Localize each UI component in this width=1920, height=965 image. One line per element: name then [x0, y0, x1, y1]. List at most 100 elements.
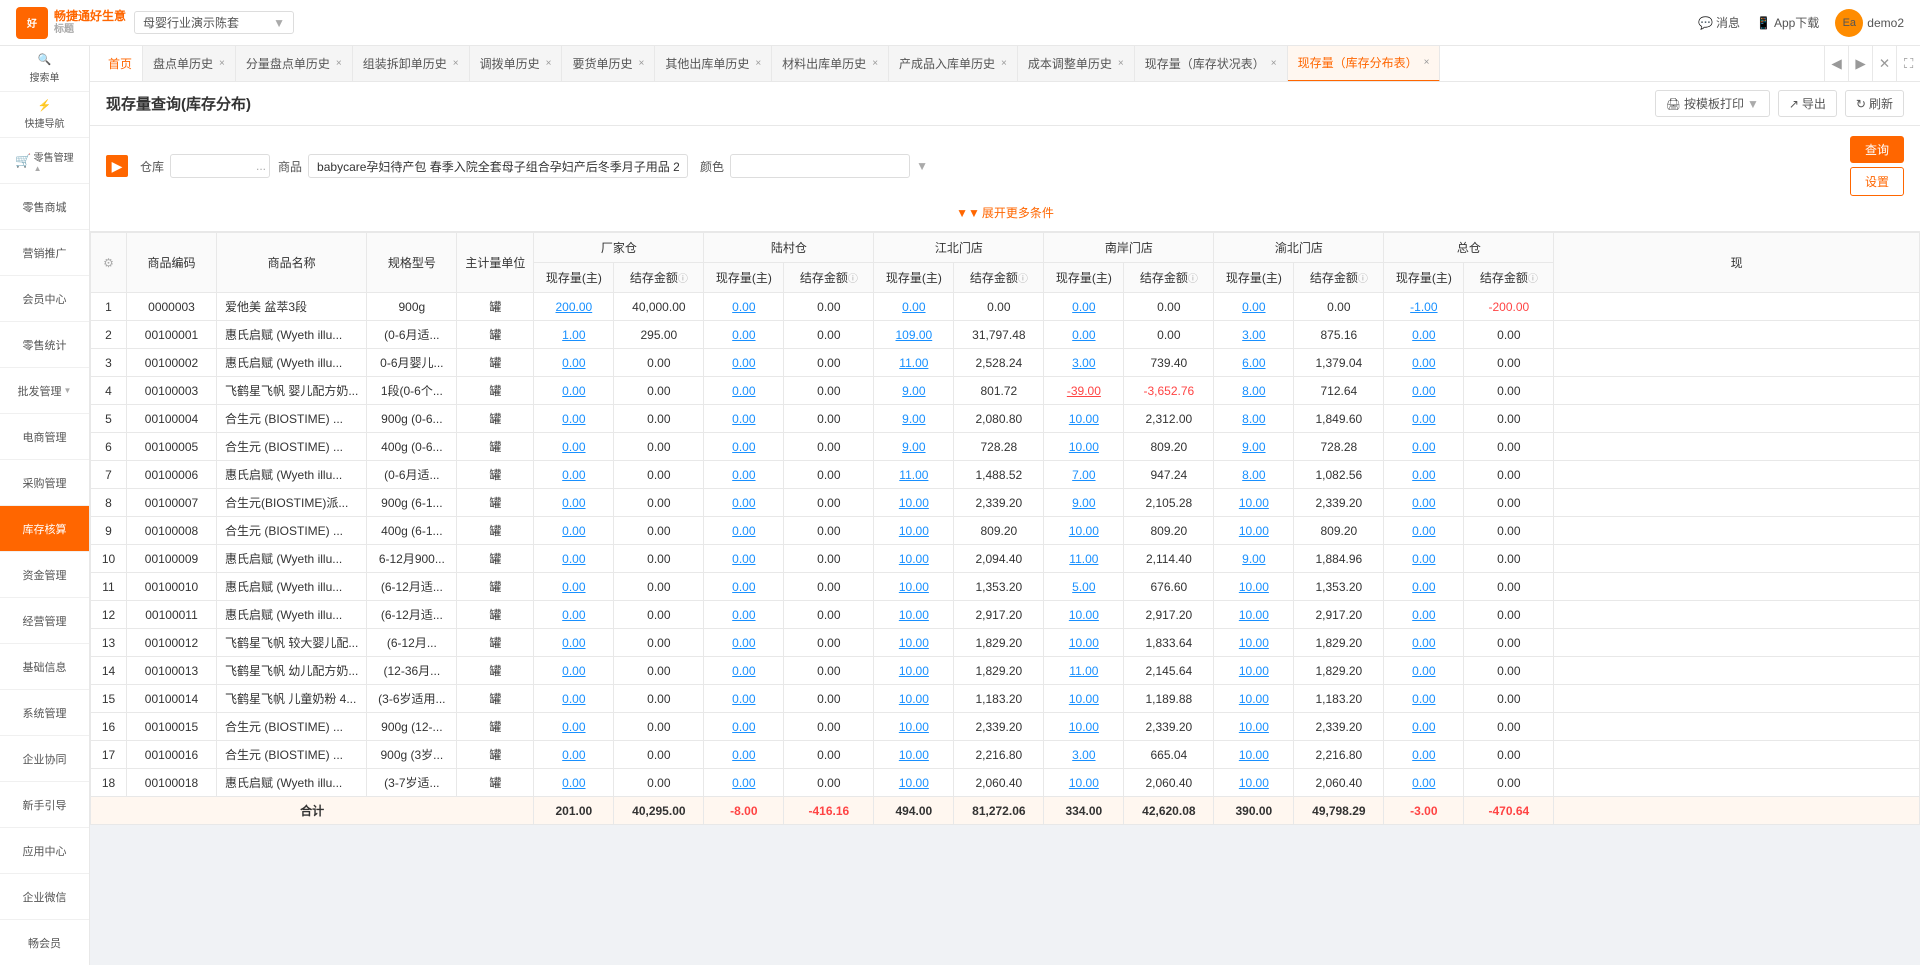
nav-arrow-right[interactable]: ▶: [1848, 46, 1872, 82]
close-productin-icon[interactable]: ×: [1001, 58, 1007, 69]
color-input[interactable]: [730, 154, 910, 178]
sidebar-item-finance[interactable]: 资金管理: [0, 552, 89, 598]
app-download-btn[interactable]: 📱 App下载: [1756, 14, 1819, 31]
tab-assemble-label: 组装拆卸单历史: [363, 55, 447, 72]
setting-btn[interactable]: 设置: [1850, 167, 1904, 196]
filter-collapse-btn[interactable]: ▶: [106, 155, 128, 177]
sidebar-basic-label: 基础信息: [23, 659, 67, 675]
yubei-info-icon[interactable]: ⓘ: [1358, 274, 1368, 285]
table-cell: 900g (6-1...: [367, 489, 457, 517]
table-cell: 罐: [457, 685, 534, 713]
product-input[interactable]: [308, 154, 688, 178]
table-cell: 0.00: [614, 377, 704, 405]
table-cell: 9.00: [1214, 545, 1294, 573]
close-stockdist-icon[interactable]: ×: [1424, 57, 1430, 68]
sidebar-item-system[interactable]: 系统管理: [0, 690, 89, 736]
table-cell: 0.00: [534, 769, 614, 797]
user-area[interactable]: Ea demo2: [1835, 9, 1904, 37]
table-cell: 惠氏启赋 (Wyeth illu...: [217, 461, 367, 489]
factory-info-icon[interactable]: ⓘ: [678, 274, 688, 285]
tab-otherout[interactable]: 其他出库单历史×: [655, 46, 772, 82]
table-area[interactable]: ⚙ 商品编码 商品名称 规格型号 主计量单位 厂家仓 陆村仓 江北门店 南岸门店…: [90, 232, 1920, 965]
tab-stockdist[interactable]: 现存量（库存分布表）×: [1288, 46, 1441, 82]
print-btn[interactable]: 🖨 按模板打印 ▼: [1655, 90, 1770, 117]
nav-close-all[interactable]: ✕: [1872, 46, 1896, 82]
sidebar-item-search[interactable]: 🔍 搜索单: [0, 46, 89, 92]
message-btn[interactable]: 💬 消息: [1698, 14, 1740, 31]
warehouse-input[interactable]: [170, 154, 270, 178]
close-requisition-icon[interactable]: ×: [638, 58, 644, 69]
table-cell: 罐: [457, 601, 534, 629]
table-cell: 3: [91, 349, 127, 377]
sidebar-item-quicknav[interactable]: ⚡ 快捷导航: [0, 92, 89, 138]
table-cell: 10.00: [1044, 769, 1124, 797]
table-cell: 665.04: [1124, 741, 1214, 769]
tab-requisition[interactable]: 要货单历史×: [562, 46, 655, 82]
sidebar-item-wholesale[interactable]: 批发管理 ▼: [0, 368, 89, 414]
close-splitstock-icon[interactable]: ×: [336, 58, 342, 69]
sidebar-item-enterprise[interactable]: 企业协同: [0, 736, 89, 782]
table-cell: 0.00: [704, 685, 784, 713]
sidebar-item-operation[interactable]: 经营管理: [0, 598, 89, 644]
nav-expand[interactable]: ⛶: [1896, 46, 1920, 82]
sidebar-item-guide[interactable]: 新手引导: [0, 782, 89, 828]
lucun-info-icon[interactable]: ⓘ: [848, 274, 858, 285]
industry-selector-text: 母婴行业演示陈套: [143, 14, 239, 31]
sidebar-item-retailstats[interactable]: 零售统计: [0, 322, 89, 368]
tab-home[interactable]: 首页: [98, 46, 143, 82]
refresh-btn[interactable]: ↻ 刷新: [1845, 90, 1904, 117]
tab-costadjust[interactable]: 成本调整单历史×: [1018, 46, 1135, 82]
tab-transfer-label: 调拨单历史: [480, 55, 540, 72]
sidebar-item-ecommerce[interactable]: 电商管理: [0, 414, 89, 460]
table-cell: 15: [91, 685, 127, 713]
export-btn[interactable]: ↗ 导出: [1778, 90, 1837, 117]
sidebar-item-member2[interactable]: 畅会员: [0, 920, 89, 965]
table-cell: 0.00: [1124, 293, 1214, 321]
warehouse-ellipsis[interactable]: ...: [256, 159, 266, 173]
close-otherout-icon[interactable]: ×: [755, 58, 761, 69]
table-cell: 0.00: [784, 545, 874, 573]
tab-stockqty[interactable]: 现存量（库存状况表）×: [1135, 46, 1288, 82]
table-cell: 0.00: [534, 433, 614, 461]
tab-materialout[interactable]: 材料出库单历史×: [772, 46, 889, 82]
query-btn[interactable]: 查询: [1850, 136, 1904, 163]
table-cell: 0.00: [1384, 685, 1464, 713]
sidebar-item-appcenter[interactable]: 应用中心: [0, 828, 89, 874]
jiangbei-info-icon[interactable]: ⓘ: [1018, 274, 1028, 285]
sidebar-item-retail[interactable]: 🛒 零售管理 ▲: [0, 138, 89, 184]
tab-assemble[interactable]: 组装拆卸单历史 ×: [353, 46, 470, 82]
nav-arrow-left[interactable]: ◀: [1824, 46, 1848, 82]
sidebar-item-marketing[interactable]: 营销推广: [0, 230, 89, 276]
user-avatar-text: Ea: [1843, 17, 1856, 29]
tab-transfer[interactable]: 调拨单历史 ×: [470, 46, 563, 82]
nanan-info-icon[interactable]: ⓘ: [1188, 274, 1198, 285]
table-cell: 合生元(BIOSTIME)派...: [217, 489, 367, 517]
table-cell: 罐: [457, 349, 534, 377]
sidebar-retailmall-label: 零售商城: [23, 199, 67, 215]
sidebar-item-member[interactable]: 会员中心: [0, 276, 89, 322]
industry-selector[interactable]: 母婴行业演示陈套 ▼: [134, 11, 294, 34]
table-cell: 10.00: [1044, 405, 1124, 433]
th-settings[interactable]: ⚙: [91, 233, 127, 293]
table-cell: 739.40: [1124, 349, 1214, 377]
sidebar-item-purchase[interactable]: 采购管理: [0, 460, 89, 506]
expand-conditions-btn[interactable]: ▼▼ 展开更多条件: [956, 204, 1054, 221]
sidebar-item-retailmall[interactable]: 零售商城: [0, 184, 89, 230]
table-cell: 惠氏启赋 (Wyeth illu...: [217, 573, 367, 601]
sidebar-item-inventory[interactable]: 库存核算: [0, 506, 89, 552]
sidebar-item-wechat[interactable]: 企业微信: [0, 874, 89, 920]
close-stockqty-icon[interactable]: ×: [1271, 58, 1277, 69]
table-cell: 0.00: [614, 685, 704, 713]
color-dropdown-icon[interactable]: ▼: [916, 159, 928, 173]
table-cell: 飞鹤星飞帆 儿童奶粉 4...: [217, 685, 367, 713]
close-assemble-icon[interactable]: ×: [453, 58, 459, 69]
tab-splitstock[interactable]: 分量盘点单历史×: [236, 46, 353, 82]
tab-productin[interactable]: 产成品入库单历史×: [889, 46, 1018, 82]
close-transfer-icon[interactable]: ×: [546, 58, 552, 69]
close-costadjust-icon[interactable]: ×: [1118, 58, 1124, 69]
sidebar-item-basic[interactable]: 基础信息: [0, 644, 89, 690]
tab-stocklist[interactable]: 盘点单历史×: [143, 46, 236, 82]
close-materialout-icon[interactable]: ×: [872, 58, 878, 69]
close-stocklist-icon[interactable]: ×: [219, 58, 225, 69]
total-info-icon[interactable]: ⓘ: [1528, 274, 1538, 285]
